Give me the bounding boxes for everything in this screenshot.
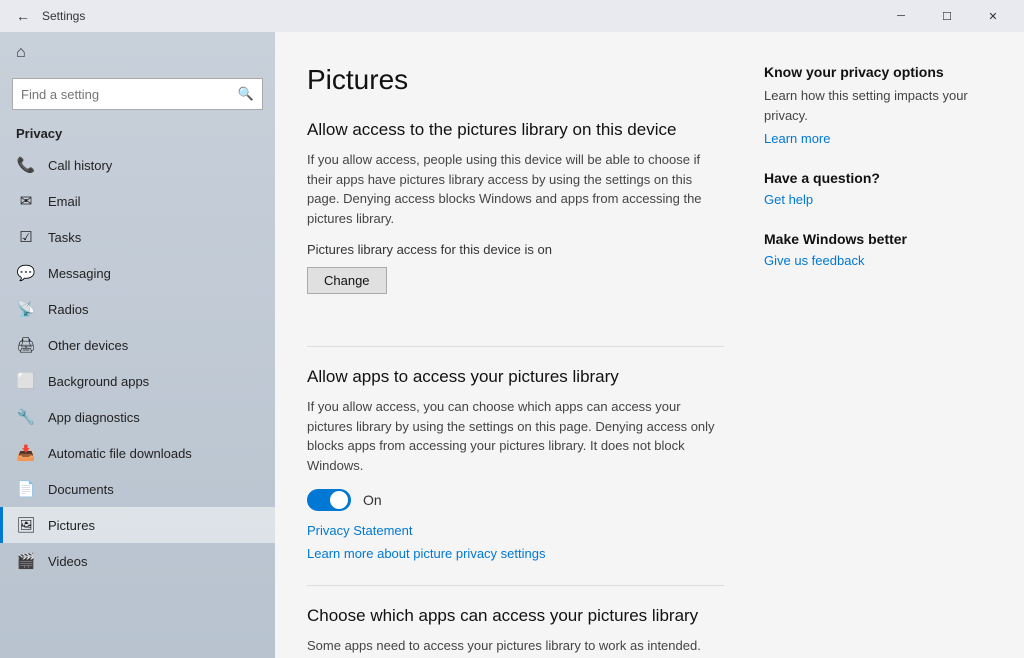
right-section3: Make Windows better Give us feedback (764, 231, 984, 268)
right-link3[interactable]: Give us feedback (764, 253, 984, 268)
divider1 (307, 346, 724, 347)
section1-status: Pictures library access for this device … (307, 242, 724, 257)
sidebar-label-tasks: Tasks (48, 230, 81, 245)
radios-icon: 📡 (16, 300, 36, 318)
right-title1: Know your privacy options (764, 64, 984, 80)
sidebar-label-videos: Videos (48, 554, 88, 569)
titlebar: ← Settings ─ ☐ ✕ (0, 0, 1024, 32)
sidebar-item-videos[interactable]: 🎬 Videos (0, 543, 275, 579)
sidebar-heading: Privacy (0, 118, 275, 147)
pictures-icon: 🖼 (16, 516, 36, 534)
privacy-statement-link[interactable]: Privacy Statement (307, 523, 724, 538)
right-link1[interactable]: Learn more (764, 131, 984, 146)
page-title: Pictures (307, 64, 724, 96)
search-input[interactable] (21, 87, 238, 102)
main-content: Pictures Allow access to the pictures li… (275, 32, 1024, 658)
section3-title: Choose which apps can access your pictur… (307, 606, 724, 626)
section-app-access: Allow apps to access your pictures libra… (307, 367, 724, 561)
content-main: Pictures Allow access to the pictures li… (307, 64, 724, 626)
sidebar-label-automatic-file-downloads: Automatic file downloads (48, 446, 192, 461)
email-icon: ✉ (16, 192, 36, 210)
sidebar-item-background-apps[interactable]: ⬜ Background apps (0, 363, 275, 399)
right-section1: Know your privacy options Learn how this… (764, 64, 984, 146)
sidebar-label-app-diagnostics: App diagnostics (48, 410, 140, 425)
background-apps-icon: ⬜ (16, 372, 36, 390)
app-body: ⌂ 🔍 Privacy 📞 Call history ✉ Email ☑ Tasks 💬 Me… (0, 32, 1024, 658)
sidebar-label-other-devices: Other devices (48, 338, 128, 353)
messaging-icon: 💬 (16, 264, 36, 282)
videos-icon: 🎬 (16, 552, 36, 570)
pictures-toggle[interactable] (307, 489, 351, 511)
sidebar-item-messaging[interactable]: 💬 Messaging (0, 255, 275, 291)
sidebar-item-radios[interactable]: 📡 Radios (0, 291, 275, 327)
sidebar: ⌂ 🔍 Privacy 📞 Call history ✉ Email ☑ Tasks 💬 Me… (0, 32, 275, 658)
section-device-access: Allow access to the pictures library on … (307, 120, 724, 322)
app-diagnostics-icon: 🔧 (16, 408, 36, 426)
toggle-row: On (307, 489, 724, 511)
back-button[interactable]: ← (8, 1, 38, 31)
sidebar-item-call-history[interactable]: 📞 Call history (0, 147, 275, 183)
sidebar-item-app-diagnostics[interactable]: 🔧 App diagnostics (0, 399, 275, 435)
other-devices-icon: 🖨 (16, 336, 36, 354)
sidebar-label-call-history: Call history (48, 158, 112, 173)
learn-more-pictures-link[interactable]: Learn more about picture privacy setting… (307, 546, 724, 561)
change-button[interactable]: Change (307, 267, 387, 294)
sidebar-item-documents[interactable]: 📄 Documents (0, 471, 275, 507)
right-panel: Know your privacy options Learn how this… (764, 64, 984, 626)
sidebar-item-tasks[interactable]: ☑ Tasks (0, 219, 275, 255)
home-icon: ⌂ (16, 44, 26, 61)
window-controls: ─ ☐ ✕ (878, 0, 1016, 32)
right-link2[interactable]: Get help (764, 192, 984, 207)
sidebar-label-documents: Documents (48, 482, 114, 497)
minimize-button[interactable]: ─ (878, 0, 924, 32)
call-history-icon: 📞 (16, 156, 36, 174)
right-desc1: Learn how this setting impacts your priv… (764, 86, 984, 125)
sidebar-item-other-devices[interactable]: 🖨 Other devices (0, 327, 275, 363)
maximize-button[interactable]: ☐ (924, 0, 970, 32)
search-icon: 🔍 (238, 86, 254, 102)
section2-description: If you allow access, you can choose whic… (307, 397, 724, 475)
sidebar-item-email[interactable]: ✉ Email (0, 183, 275, 219)
tasks-icon: ☑ (16, 228, 36, 246)
sidebar-label-email: Email (48, 194, 81, 209)
right-title3: Make Windows better (764, 231, 984, 247)
section2-title: Allow apps to access your pictures libra… (307, 367, 724, 387)
sidebar-label-background-apps: Background apps (48, 374, 149, 389)
sidebar-item-pictures[interactable]: 🖼 Pictures (0, 507, 275, 543)
sidebar-items: 📞 Call history ✉ Email ☑ Tasks 💬 Messaging 📡 Radi… (0, 147, 275, 579)
documents-icon: 📄 (16, 480, 36, 498)
section-choose-apps: Choose which apps can access your pictur… (307, 606, 724, 658)
search-box[interactable]: 🔍 (12, 78, 263, 110)
sidebar-item-automatic-file-downloads[interactable]: 📥 Automatic file downloads (0, 435, 275, 471)
home-button[interactable]: ⌂ (0, 32, 275, 74)
window-title: Settings (38, 9, 878, 23)
sidebar-label-messaging: Messaging (48, 266, 111, 281)
section1-title: Allow access to the pictures library on … (307, 120, 724, 140)
right-title2: Have a question? (764, 170, 984, 186)
toggle-label: On (363, 492, 382, 508)
section1-description: If you allow access, people using this d… (307, 150, 724, 228)
divider2 (307, 585, 724, 586)
sidebar-label-radios: Radios (48, 302, 88, 317)
sidebar-label-pictures: Pictures (48, 518, 95, 533)
close-button[interactable]: ✕ (970, 0, 1016, 32)
right-section2: Have a question? Get help (764, 170, 984, 207)
automatic-file-downloads-icon: 📥 (16, 444, 36, 462)
section3-description: Some apps need to access your pictures l… (307, 636, 724, 658)
